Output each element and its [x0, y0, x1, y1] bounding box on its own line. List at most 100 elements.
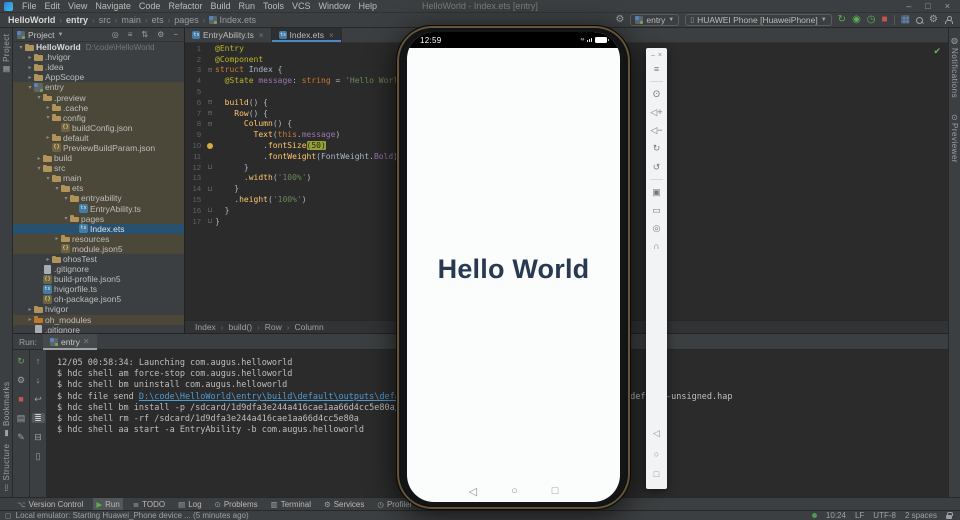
console-icon[interactable]: ▤	[15, 413, 28, 423]
toolwindow-problems[interactable]: ⊙ Problems	[212, 498, 261, 511]
tree-item-src[interactable]: ▾ src	[13, 163, 184, 174]
chevron-collapsed-icon[interactable]: ▸	[26, 74, 34, 81]
ide-settings-icon[interactable]: ⚙	[929, 15, 938, 25]
fold-marker[interactable]: ⊔	[205, 162, 215, 172]
fold-marker[interactable]: ⊔	[205, 205, 215, 215]
breadcrumb-helloworld[interactable]: HelloWorld	[8, 15, 55, 25]
volume-up-icon[interactable]: ◁+	[650, 107, 662, 117]
phone-recents-icon[interactable]: □	[552, 485, 559, 498]
power-icon[interactable]: ʘ	[653, 89, 660, 99]
toolwindow-todo[interactable]: ≣ TODO	[130, 498, 168, 511]
editor-crumb-column[interactable]: Column	[294, 322, 323, 332]
phone-back-icon[interactable]: ◁	[469, 485, 477, 498]
debug-icon[interactable]: ◉	[852, 15, 861, 25]
status-10-24[interactable]: 10:24	[826, 511, 846, 520]
toolwindow-log[interactable]: ▤ Log	[175, 498, 204, 511]
chevron-collapsed-icon[interactable]: ▸	[26, 54, 34, 61]
tree-item-buildconfig-json[interactable]: buildConfig.json	[13, 122, 184, 133]
soft-wrap-icon[interactable]: ↩	[32, 394, 45, 404]
tree-item-build[interactable]: ▸ build	[13, 153, 184, 164]
tool-button-notifications[interactable]: ◍ Notifications	[950, 36, 959, 98]
chevron-collapsed-icon[interactable]: ▸	[44, 134, 52, 141]
tree-item-entryability[interactable]: ▾ entryability	[13, 193, 184, 204]
menu-run[interactable]: Run	[234, 1, 259, 11]
chevron-expanded-icon[interactable]: ▾	[44, 175, 52, 182]
lock-icon[interactable]	[946, 511, 953, 519]
toolwindow-run[interactable]: ▶ Run	[93, 497, 123, 511]
profiler-icon[interactable]: ◷	[867, 15, 876, 25]
chevron-collapsed-icon[interactable]: ▸	[53, 235, 61, 242]
editor-tab-index-ets[interactable]: Index.ets ×	[271, 28, 342, 42]
rotate-left-icon[interactable]: ↺	[653, 162, 661, 172]
emulator-close-icon[interactable]: ×	[658, 52, 662, 59]
fold-marker[interactable]: ⊔	[205, 184, 215, 194]
menu-build[interactable]: Build	[206, 1, 234, 11]
chevron-expanded-icon[interactable]: ▾	[35, 94, 43, 101]
emulator-minimize-icon[interactable]: –	[651, 52, 655, 59]
menu-edit[interactable]: Edit	[41, 1, 65, 11]
tree-item-module-json5[interactable]: module.json5	[13, 243, 184, 254]
volume-down-icon[interactable]: ◁−	[650, 126, 662, 135]
event-log-icon[interactable]: ▢	[5, 512, 12, 520]
breadcrumb-ets[interactable]: ets	[152, 15, 164, 25]
toolwindow-services[interactable]: ⚙ Services	[321, 498, 367, 511]
toolwindow-terminal[interactable]: ▥ Terminal	[268, 498, 314, 511]
stop-icon[interactable]: ■	[15, 394, 28, 404]
locate-file-icon[interactable]: ◎	[112, 30, 119, 39]
screenshot-icon[interactable]: ▣	[652, 187, 661, 197]
breakpoint-icon[interactable]	[205, 142, 215, 149]
chevron-expanded-icon[interactable]: ▾	[44, 114, 52, 121]
maximize-button[interactable]: □	[925, 1, 930, 11]
tool-button-previewer[interactable]: ⊙ Previewer	[950, 114, 959, 163]
tree-item-cache[interactable]: ▸ .cache	[13, 102, 184, 113]
emulator-home-icon[interactable]: ○	[654, 449, 659, 459]
emulator-menu-icon[interactable]: ≡	[654, 64, 659, 74]
tree-item-pages[interactable]: ▾ pages	[13, 213, 184, 224]
run-config-selector[interactable]: entry ▼	[630, 14, 680, 26]
tree-item-oh-modules[interactable]: ▸ oh_modules	[13, 314, 184, 325]
close-icon[interactable]: ×	[259, 31, 264, 40]
tree-item-entryability-ts[interactable]: EntryAbility.ts	[13, 203, 184, 214]
device-selector[interactable]: ▯ HUAWEI Phone [HuaweiPhone] ▼	[685, 14, 832, 26]
rerun-icon[interactable]: ↻	[15, 356, 28, 366]
tree-item-default[interactable]: ▸ default	[13, 132, 184, 143]
toolwindow-version-control[interactable]: ⌥ Version Control	[14, 498, 86, 511]
chevron-expanded-icon[interactable]: ▾	[26, 84, 34, 91]
tree-item-hvigorfile-ts[interactable]: hvigorfile.ts	[13, 284, 184, 294]
fold-marker[interactable]: ⊟	[205, 108, 215, 118]
battery-icon[interactable]: ▭	[652, 205, 661, 215]
menu-vcs[interactable]: VCS	[288, 1, 315, 11]
close-icon[interactable]: ✕	[83, 337, 90, 346]
phone-screen[interactable]: 12:59 ‹·› Hello World ◁ ○ □	[407, 32, 620, 502]
chevron-down-icon[interactable]: ▼	[57, 32, 63, 38]
tree-item-index-ets[interactable]: Index.ets	[13, 223, 184, 234]
tree-item-ohostest[interactable]: ▸ ohosTest	[13, 254, 184, 264]
editor-tab-entryability-ts[interactable]: EntryAbility.ts ×	[185, 28, 272, 42]
fold-marker[interactable]: ⊔	[205, 216, 215, 226]
chevron-expanded-icon[interactable]: ▾	[62, 215, 70, 222]
breadcrumb-index-ets[interactable]: Index.ets	[209, 15, 256, 25]
run-icon[interactable]: ↻	[838, 15, 846, 25]
toolbar-settings-icon[interactable]: ⚙	[615, 15, 624, 25]
hide-panel-icon[interactable]: −	[173, 30, 178, 39]
tree-item-gitignore[interactable]: .gitignore	[13, 264, 184, 274]
chevron-expanded-icon[interactable]: ▾	[35, 165, 43, 172]
emulator-back-icon[interactable]: ◁	[653, 428, 660, 439]
scroll-to-end-icon[interactable]: ≣	[31, 413, 45, 423]
expand-all-icon[interactable]: ≡	[128, 30, 133, 39]
chevron-collapsed-icon[interactable]: ▸	[44, 104, 52, 111]
tree-item-idea[interactable]: ▸ .idea	[13, 62, 184, 72]
tool-button-structure[interactable]: ≔ Structure	[2, 444, 11, 491]
tree-item-preview[interactable]: ▾ .preview	[13, 92, 184, 103]
editor-crumb-index[interactable]: Index	[195, 322, 216, 332]
collapse-all-icon[interactable]: ⇅	[141, 30, 148, 39]
search-everywhere-icon[interactable]	[916, 16, 924, 24]
run-tab-entry[interactable]: entry ✕	[42, 333, 97, 350]
tree-item-resources[interactable]: ▸ resources	[13, 233, 184, 244]
chevron-expanded-icon[interactable]: ▾	[62, 195, 70, 202]
tree-item-previewbuildparam-json[interactable]: PreviewBuildParam.json	[13, 142, 184, 154]
wifi-icon[interactable]: ∩	[653, 242, 659, 251]
chevron-collapsed-icon[interactable]: ▸	[26, 316, 34, 323]
chevron-expanded-icon[interactable]: ▾	[53, 185, 61, 192]
fold-marker[interactable]: ⊟	[205, 119, 215, 129]
